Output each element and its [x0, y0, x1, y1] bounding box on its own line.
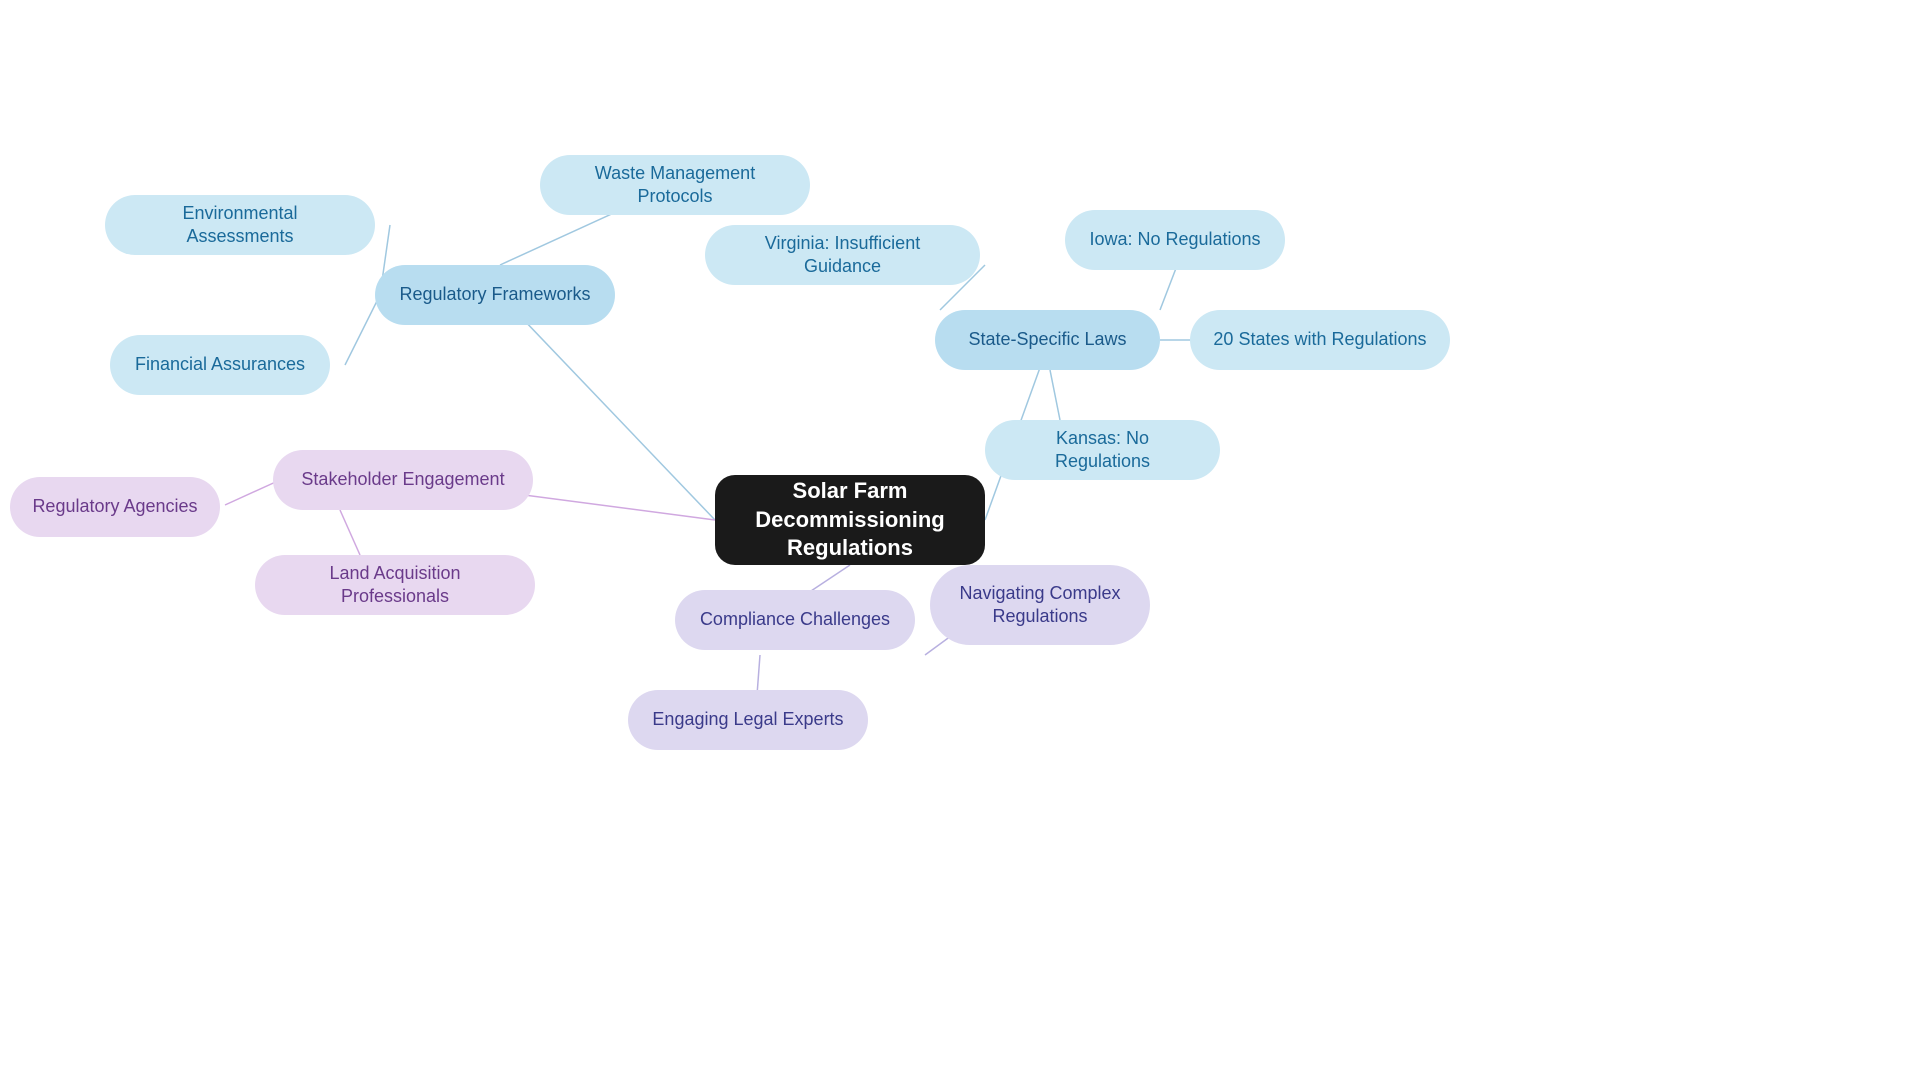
iowa-node: Iowa: No Regulations: [1065, 210, 1285, 270]
waste-management-node: Waste Management Protocols: [540, 155, 810, 215]
state-specific-laws-node: State-Specific Laws: [935, 310, 1160, 370]
virginia-node: Virginia: Insufficient Guidance: [705, 225, 980, 285]
regulatory-frameworks-node: Regulatory Frameworks: [375, 265, 615, 325]
financial-assurances-node: Financial Assurances: [110, 335, 330, 395]
regulatory-agencies-node: Regulatory Agencies: [10, 477, 220, 537]
environmental-assessments-node: Environmental Assessments: [105, 195, 375, 255]
center-node: Solar Farm Decommissioning Regulations: [715, 475, 985, 565]
kansas-node: Kansas: No Regulations: [985, 420, 1220, 480]
navigating-complex-node: Navigating Complex Regulations: [930, 565, 1150, 645]
compliance-challenges-node: Compliance Challenges: [675, 590, 915, 650]
land-acquisition-node: Land Acquisition Professionals: [255, 555, 535, 615]
stakeholder-engagement-node: Stakeholder Engagement: [273, 450, 533, 510]
legal-experts-node: Engaging Legal Experts: [628, 690, 868, 750]
twenty-states-node: 20 States with Regulations: [1190, 310, 1450, 370]
